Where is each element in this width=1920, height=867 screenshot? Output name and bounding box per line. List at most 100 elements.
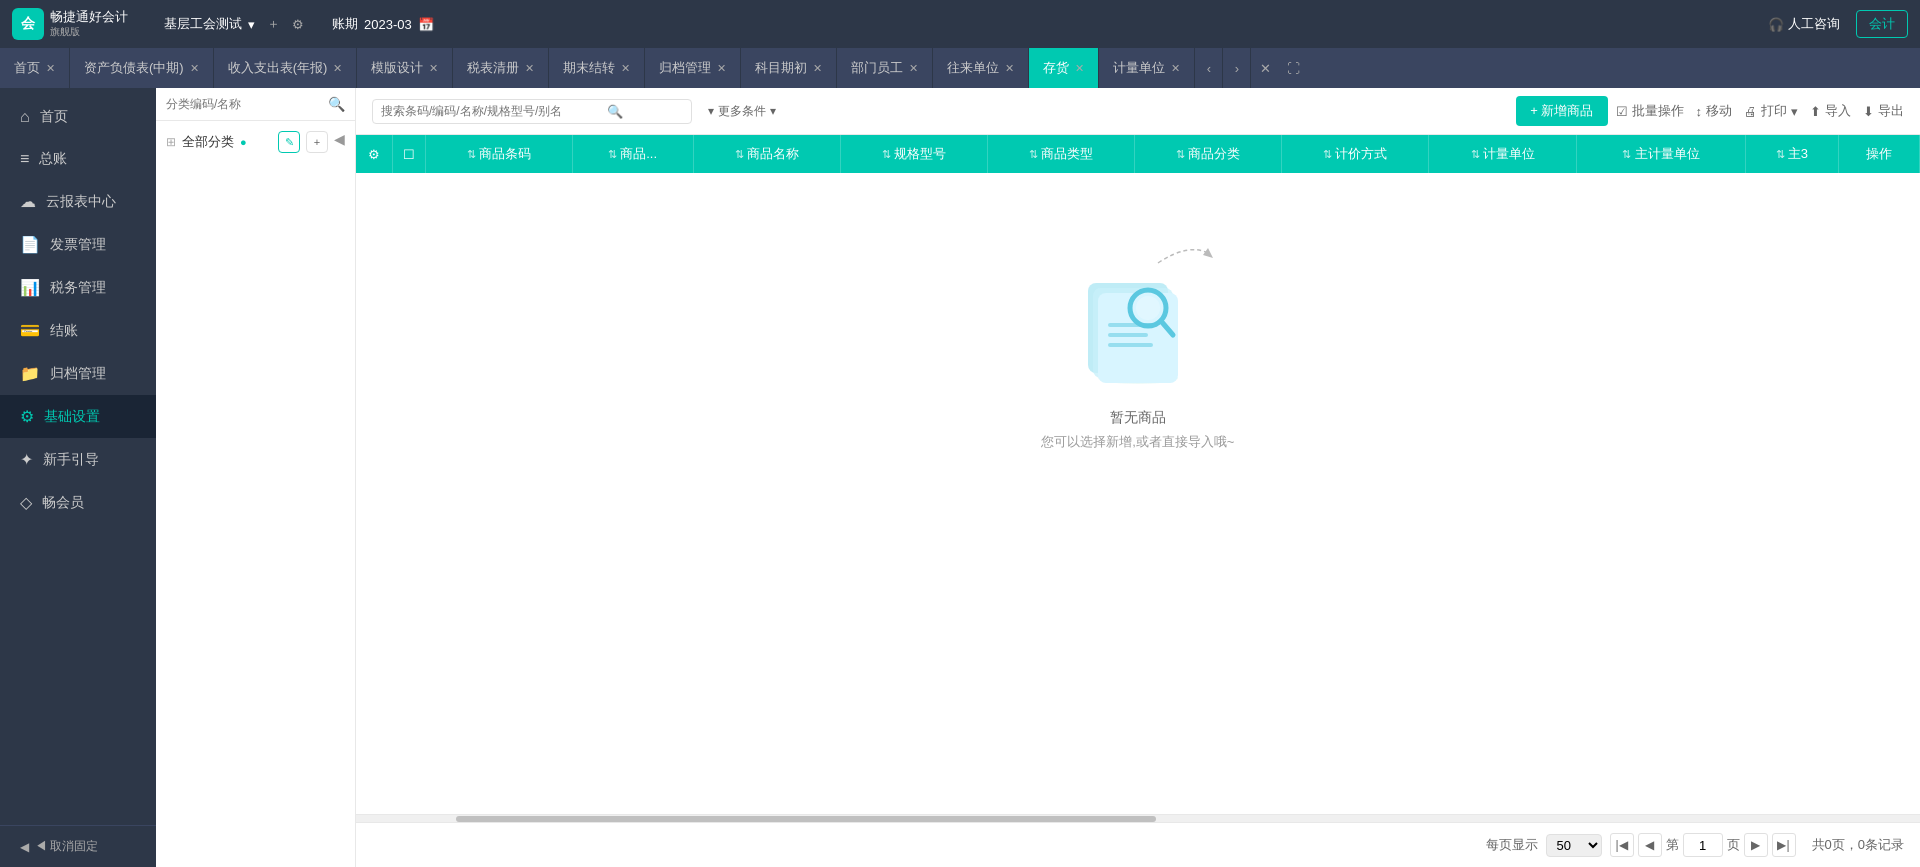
sidebar-item-home[interactable]: ⌂ 首页 — [0, 96, 156, 138]
tab-home-close[interactable]: ✕ — [46, 62, 55, 75]
print-btn[interactable]: 🖨 打印 ▾ — [1744, 102, 1798, 120]
col-name[interactable]: 商品名称 — [693, 135, 840, 173]
col-main-unit[interactable]: 主计量单位 — [1576, 135, 1746, 173]
more-filter-label: 更多条件 — [718, 103, 766, 120]
tab-balance-close[interactable]: ✕ — [190, 62, 199, 75]
tab-balance[interactable]: 资产负债表(中期) ✕ — [70, 48, 214, 88]
batch-operate-btn[interactable]: ☑ 批量操作 — [1616, 102, 1684, 120]
edit-category-btn[interactable]: ✎ — [278, 131, 300, 153]
sidebar-item-member[interactable]: ◇ 畅会员 — [0, 481, 156, 524]
svg-rect-6 — [1108, 343, 1153, 347]
filter-chevron: ▾ — [770, 104, 776, 118]
add-product-button[interactable]: + 新增商品 — [1516, 96, 1607, 126]
last-page-btn[interactable]: ▶| — [1772, 833, 1796, 857]
tab-dept-close[interactable]: ✕ — [909, 62, 918, 75]
category-search-icon[interactable]: 🔍 — [328, 96, 345, 112]
col-barcode[interactable]: 商品条码 — [425, 135, 572, 173]
app-name: 畅捷通好会计 — [50, 9, 128, 25]
sidebar-item-tax-label: 税务管理 — [50, 279, 106, 297]
add-category-btn[interactable]: + — [306, 131, 328, 153]
period-info: 账期 2023-03 📅 — [332, 15, 434, 33]
add-company-icon[interactable]: ＋ — [267, 15, 280, 33]
tab-tax[interactable]: 税表清册 ✕ — [453, 48, 549, 88]
horizontal-scrollbar[interactable] — [356, 814, 1920, 822]
sidebar-item-home-label: 首页 — [40, 108, 68, 126]
col-extra[interactable]: 主3 — [1746, 135, 1838, 173]
sidebar-item-reports[interactable]: ☁ 云报表中心 — [0, 180, 156, 223]
tab-home[interactable]: 首页 ✕ — [0, 48, 70, 88]
tab-customer[interactable]: 往来单位 ✕ — [933, 48, 1029, 88]
tab-expand[interactable]: ⛶ — [1279, 48, 1307, 88]
consulting-button[interactable]: 🎧 人工咨询 — [1768, 15, 1840, 33]
tab-period-close[interactable]: ✕ — [621, 62, 630, 75]
tab-unit[interactable]: 计量单位 ✕ — [1099, 48, 1195, 88]
collapse-panel-btn[interactable]: ◀ — [334, 131, 345, 153]
tab-income[interactable]: 收入支出表(年报) ✕ — [214, 48, 358, 88]
category-search-box: 🔍 — [156, 88, 355, 121]
category-search-input[interactable] — [166, 97, 322, 111]
col-spec[interactable]: 规格型号 — [840, 135, 987, 173]
first-page-btn[interactable]: |◀ — [1610, 833, 1634, 857]
tab-archive-label: 归档管理 — [659, 59, 711, 77]
tab-subject-close[interactable]: ✕ — [813, 62, 822, 75]
tab-income-close[interactable]: ✕ — [333, 62, 342, 75]
tab-archive-close[interactable]: ✕ — [717, 62, 726, 75]
col-price-method[interactable]: 计价方式 — [1282, 135, 1429, 173]
tab-inventory-close[interactable]: ✕ — [1075, 62, 1084, 75]
next-page-btn[interactable]: ▶ — [1744, 833, 1768, 857]
tab-template-close[interactable]: ✕ — [429, 62, 438, 75]
page-number-input[interactable] — [1683, 833, 1723, 857]
col-code[interactable]: 商品... — [572, 135, 693, 173]
tab-nav-prev[interactable]: ‹ — [1195, 48, 1223, 88]
product-table-container: ⚙ ☐ 商品条码 商品... 商品名称 规格型号 商品类型 商品分类 计价方式 … — [356, 135, 1920, 814]
tab-dept[interactable]: 部门员工 ✕ — [837, 48, 933, 88]
sidebar-item-ledger-label: 总账 — [39, 150, 67, 168]
tab-tax-close[interactable]: ✕ — [525, 62, 534, 75]
right-panel: 🔍 ▾ 更多条件 ▾ + 新增商品 ☑ 批量操作 ↕ — [356, 88, 1920, 867]
import-btn[interactable]: ⬆ 导入 — [1810, 102, 1851, 120]
calendar-icon[interactable]: 📅 — [418, 17, 434, 32]
filter-icon: ▾ — [708, 104, 714, 118]
col-settings[interactable]: ⚙ — [356, 135, 392, 173]
tab-close-all[interactable]: ✕ — [1251, 48, 1279, 88]
category-actions: ✎ + ◀ — [278, 131, 345, 153]
tab-nav-next[interactable]: › — [1223, 48, 1251, 88]
page-size-label: 每页显示 — [1486, 836, 1538, 854]
tab-subject[interactable]: 科目期初 ✕ — [741, 48, 837, 88]
col-checkbox[interactable]: ☐ — [392, 135, 425, 173]
product-search-icon[interactable]: 🔍 — [607, 104, 623, 119]
sidebar-item-settlement[interactable]: 💳 结账 — [0, 309, 156, 352]
sidebar-item-basic[interactable]: ⚙ 基础设置 — [0, 395, 156, 438]
svg-point-8 — [1136, 296, 1160, 320]
page-size-select[interactable]: 50 100 200 — [1546, 834, 1602, 857]
batch-icon: ☑ — [1616, 104, 1628, 119]
tab-template[interactable]: 模版设计 ✕ — [357, 48, 453, 88]
more-filter-btn[interactable]: ▾ 更多条件 ▾ — [700, 99, 784, 124]
sidebar-unpin[interactable]: ◀ ◀ 取消固定 — [0, 825, 156, 867]
scroll-thumb[interactable] — [456, 816, 1156, 822]
tab-period[interactable]: 期末结转 ✕ — [549, 48, 645, 88]
tab-unit-close[interactable]: ✕ — [1171, 62, 1180, 75]
col-category[interactable]: 商品分类 — [1135, 135, 1282, 173]
move-btn[interactable]: ↕ 移动 — [1696, 102, 1733, 120]
tab-archive[interactable]: 归档管理 ✕ — [645, 48, 741, 88]
product-search-input[interactable] — [381, 104, 601, 118]
sidebar-item-ledger[interactable]: ≡ 总账 — [0, 138, 156, 180]
page-nav: |◀ ◀ 第 页 ▶ ▶| — [1610, 833, 1796, 857]
prev-page-btn[interactable]: ◀ — [1638, 833, 1662, 857]
member-icon: ◇ — [20, 493, 32, 512]
sidebar-item-invoice[interactable]: 📄 发票管理 — [0, 223, 156, 266]
col-unit[interactable]: 计量单位 — [1429, 135, 1576, 173]
settings-icon[interactable]: ⚙ — [292, 17, 304, 32]
col-type[interactable]: 商品类型 — [987, 135, 1134, 173]
sidebar: ⌂ 首页 ≡ 总账 ☁ 云报表中心 📄 发票管理 📊 税务管理 💳 结账 📁 归… — [0, 88, 156, 867]
company-selector[interactable]: 基层工会测试 ▾ — [164, 15, 255, 33]
tab-customer-close[interactable]: ✕ — [1005, 62, 1014, 75]
export-btn[interactable]: ⬇ 导出 — [1863, 102, 1904, 120]
sidebar-item-tax[interactable]: 📊 税务管理 — [0, 266, 156, 309]
tab-inventory[interactable]: 存货 ✕ — [1029, 48, 1099, 88]
table-header: ⚙ ☐ 商品条码 商品... 商品名称 规格型号 商品类型 商品分类 计价方式 … — [356, 135, 1920, 173]
sidebar-item-guide[interactable]: ✦ 新手引导 — [0, 438, 156, 481]
account-button[interactable]: 会计 — [1856, 10, 1908, 38]
sidebar-item-archive[interactable]: 📁 归档管理 — [0, 352, 156, 395]
